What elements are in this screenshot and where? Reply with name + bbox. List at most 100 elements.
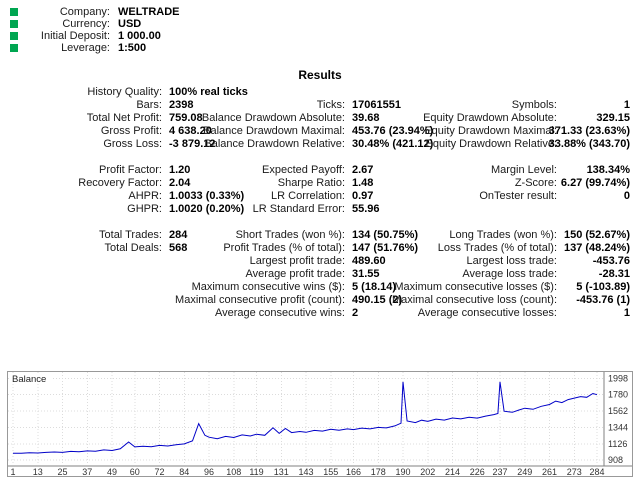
stat-value: 5 (-103.89) (576, 281, 630, 293)
stat-value: 5 (18.14) (352, 281, 397, 293)
results-group: Profit Factor: 1.20 Expected Payoff: 2.67 Ma… (0, 164, 640, 216)
green-square-icon (10, 32, 18, 40)
stat-label: Average loss trade: (462, 268, 557, 280)
stat-label: Equity Drawdown Maximal: (424, 125, 557, 137)
x-axis-label: 143 (299, 467, 314, 477)
stat-value: 138.34% (586, 164, 630, 176)
stat-value: 150 (52.67%) (563, 229, 630, 241)
stat-label: History Quality: (87, 86, 162, 98)
account-value: 1 000.00 (118, 30, 161, 42)
x-axis-label: 202 (420, 467, 435, 477)
stat-value: 1 (623, 307, 630, 319)
stat-value: 329.15 (596, 112, 630, 124)
stat-label: Margin Level: (490, 164, 557, 176)
stat-value: 1.0033 (0.33%) (169, 190, 245, 202)
stat-label: Ticks: (316, 99, 345, 111)
stat-label: Sharpe Ratio: (277, 177, 345, 189)
stat-label: Total Net Profit: (86, 112, 162, 124)
x-axis-label: 261 (542, 467, 557, 477)
stat-value: 453.76 (23.94%) (352, 125, 434, 137)
stat-label: Total Trades: (99, 229, 162, 241)
results-group: Total Trades: 284 Short Trades (won %): 134… (0, 229, 640, 320)
x-axis-label: 178 (371, 467, 386, 477)
balance-chart-svg: 1998 1780 1562 1344 1126 908 1 13 25 37 49 60 72 84 96… (7, 371, 633, 477)
x-axis-label: 84 (179, 467, 189, 477)
stat-label: Average consecutive losses: (417, 307, 557, 319)
chart-title: Balance (12, 374, 46, 385)
y-axis-label: 1562 (608, 406, 628, 416)
account-value: USD (118, 18, 142, 30)
x-axis-label: 1 (10, 467, 15, 477)
x-axis-label: 249 (517, 467, 532, 477)
account-label: Company: (59, 6, 110, 18)
stat-value: 100% real ticks (169, 86, 248, 98)
results-row: Gross Profit: 4 638.20 Balance Drawdown Ma… (0, 125, 640, 138)
backtest-report: Company: WELTRADE Currency: USD Initial Depo… (0, 0, 640, 480)
stat-label: Largest loss trade: (466, 255, 558, 267)
results-row: GHPR: 1.0020 (0.20%) LR Standard Error: 55.… (0, 203, 640, 216)
stat-label: Loss Trades (% of total): (437, 242, 557, 254)
stat-value: 55.96 (352, 203, 380, 215)
results-row: Average consecutive wins: 2 Average consec… (0, 307, 640, 320)
stat-label: Bars: (136, 99, 162, 111)
results-title: Results (298, 68, 342, 82)
stat-label: GHPR: (127, 203, 162, 215)
green-square-icon (10, 8, 18, 16)
stat-value: 0.97 (352, 190, 374, 202)
stat-label: Maximal consecutive profit (count): (175, 294, 345, 306)
results-group: History Quality: 100% real ticks Bars: 2398… (0, 86, 640, 151)
stat-value: 489.60 (352, 255, 386, 267)
stat-label: AHPR: (128, 190, 162, 202)
account-row: Leverage: 1:500 (0, 42, 640, 54)
stat-value: 39.68 (352, 112, 380, 124)
account-label: Leverage: (61, 42, 110, 54)
x-axis-label: 72 (155, 467, 165, 477)
green-square-icon (10, 20, 18, 28)
x-axis-label: 25 (58, 467, 68, 477)
stat-label: Maximum consecutive wins ($): (191, 281, 345, 293)
stat-value: -453.76 (1) (576, 294, 630, 306)
x-axis-label: 60 (130, 467, 140, 477)
stat-value: 1 (623, 99, 630, 111)
stat-label: Expected Payoff: (262, 164, 345, 176)
stat-value: 134 (50.75%) (352, 229, 419, 241)
stat-label: Long Trades (won %): (449, 229, 557, 241)
x-axis-label: 284 (589, 467, 604, 477)
stat-label: Balance Drawdown Absolute: (201, 112, 345, 124)
stat-label: Gross Loss: (103, 138, 162, 150)
stat-value: 30.48% (421.12) (352, 138, 434, 150)
y-axis-label: 1998 (608, 373, 628, 383)
stat-label: LR Correlation: (271, 190, 345, 202)
stat-label: Short Trades (won %): (235, 229, 345, 241)
results-row: Largest profit trade: 489.60 Largest loss … (0, 255, 640, 268)
x-axis-label: 237 (492, 467, 507, 477)
stat-value: -28.31 (598, 268, 630, 280)
stat-label: Balance Drawdown Relative: (204, 138, 345, 150)
results-row: AHPR: 1.0033 (0.33%) LR Correlation: 0.97 On… (0, 190, 640, 203)
y-axis-label: 1344 (608, 422, 628, 432)
x-axis-label: 13 (33, 467, 43, 477)
stat-label: Total Deals: (104, 242, 162, 254)
y-axis-label: 1780 (608, 390, 628, 400)
x-axis-label: 190 (396, 467, 411, 477)
stat-value: 31.55 (352, 268, 380, 280)
x-axis-label: 166 (346, 467, 361, 477)
stat-value: 0 (623, 190, 630, 202)
stat-label: LR Standard Error: (252, 203, 345, 215)
results-row: Total Deals: 568 Profit Trades (% of total… (0, 242, 640, 255)
stat-label: OnTester result: (479, 190, 557, 202)
stat-label: Profit Trades (% of total): (223, 242, 345, 254)
stat-label: Symbols: (511, 99, 557, 111)
x-axis-label: 155 (323, 467, 338, 477)
account-value: WELTRADE (118, 6, 180, 18)
account-label: Initial Deposit: (40, 30, 110, 42)
stat-value: 147 (51.76%) (352, 242, 419, 254)
x-axis-label: 108 (226, 467, 241, 477)
account-row: Currency: USD (0, 18, 640, 30)
stat-value: 1.0020 (0.20%) (169, 203, 245, 215)
results-table: History Quality: 100% real ticks Bars: 2398… (0, 86, 640, 333)
stat-value: -453.76 (592, 255, 630, 267)
stat-value: 568 (169, 242, 188, 254)
green-square-icon (10, 44, 18, 52)
stat-value: 6.27 (99.74%) (560, 177, 630, 189)
